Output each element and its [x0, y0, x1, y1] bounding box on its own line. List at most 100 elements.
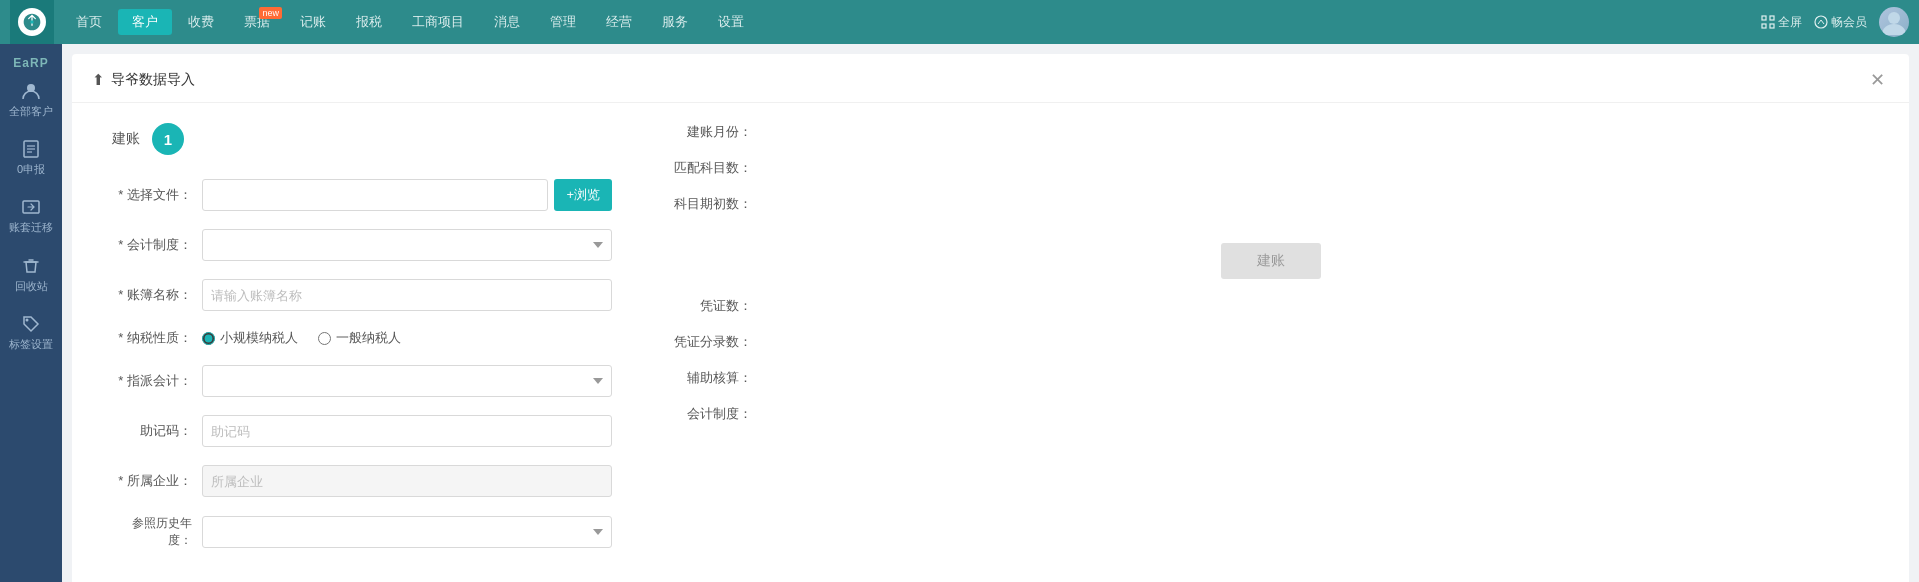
match-subjects-label: 匹配科目数：	[672, 159, 762, 177]
sidebar-item-tag-settings[interactable]: 标签设置	[0, 303, 62, 361]
nav-message[interactable]: 消息	[480, 9, 534, 35]
small-taxpayer-radio[interactable]	[202, 332, 215, 345]
recycle-icon	[20, 255, 42, 277]
match-subjects-row: 匹配科目数：	[672, 159, 1869, 177]
browse-button[interactable]: +浏览	[554, 179, 612, 211]
account-book-input[interactable]	[202, 279, 612, 311]
fullscreen-label: 全屏	[1778, 14, 1802, 31]
import-icon: ⬆	[92, 71, 105, 89]
select-file-label: * 选择文件：	[112, 186, 202, 204]
nav-tax[interactable]: 报税	[342, 9, 396, 35]
nav-service[interactable]: 服务	[648, 9, 702, 35]
file-input[interactable]	[202, 179, 548, 211]
sidebar-item-migration[interactable]: 账套迁移	[0, 186, 62, 244]
earp-logo-text: EaRP	[13, 56, 48, 70]
svg-point-6	[1888, 12, 1900, 24]
nav-commerce[interactable]: 工商项目	[398, 9, 478, 35]
svg-point-0	[30, 20, 33, 23]
general-taxpayer-radio[interactable]	[318, 332, 331, 345]
page-title: 导爷数据导入	[111, 71, 195, 89]
build-account-button[interactable]: 建账	[1221, 243, 1321, 279]
reference-year-row: 参照历史年度：	[112, 515, 612, 549]
close-button[interactable]: ✕	[1865, 68, 1889, 92]
memo-code-input[interactable]	[202, 415, 612, 447]
form-area: 建账 1 * 选择文件： +浏览 * 会计制度：	[72, 103, 1909, 582]
nav-bar: 首页 客户 收费 票据 new 记账 报税 工商项目 消息 管理 经营 服务 设…	[62, 9, 1761, 35]
nav-bookkeeping[interactable]: 记账	[286, 9, 340, 35]
accounting-system-row: * 会计制度：	[112, 229, 612, 261]
nav-invoice[interactable]: 票据 new	[230, 9, 284, 35]
subject-initial-label: 科目期初数：	[672, 195, 762, 213]
top-nav: 首页 客户 收费 票据 new 记账 报税 工商项目 消息 管理 经营 服务 设…	[0, 0, 1919, 44]
reference-year-select[interactable]	[202, 516, 612, 548]
small-taxpayer-option[interactable]: 小规模纳税人	[202, 329, 298, 347]
aux-calc-label: 辅助核算：	[672, 369, 762, 387]
voucher-count-row: 凭证数：	[672, 297, 1869, 315]
general-taxpayer-option[interactable]: 一般纳税人	[318, 329, 401, 347]
build-month-label: 建账月份：	[672, 123, 762, 141]
select-file-row: * 选择文件： +浏览	[112, 179, 612, 211]
svg-rect-4	[1770, 24, 1774, 28]
sidebar-item-recycle[interactable]: 回收站	[0, 245, 62, 303]
sidebar-label-declaration: 0申报	[17, 163, 45, 176]
reference-year-label: 参照历史年度：	[112, 515, 202, 549]
main-content: ⬆ 导爷数据导入 ✕ 建账 1 * 选择文件：	[62, 44, 1919, 582]
tax-type-row: * 纳税性质： 小规模纳税人 一般纳税人	[112, 329, 612, 347]
account-book-row: * 账簿名称：	[112, 279, 612, 311]
nav-customer[interactable]: 客户	[118, 9, 172, 35]
declaration-icon	[20, 138, 42, 160]
member-button[interactable]: 畅会员	[1814, 14, 1867, 31]
assign-accountant-row: * 指派会计：	[112, 365, 612, 397]
assign-accountant-label: * 指派会计：	[112, 372, 202, 390]
fullscreen-icon	[1761, 15, 1775, 29]
sidebar-label-tag-settings: 标签设置	[9, 338, 53, 351]
nav-badge: new	[259, 7, 282, 19]
nav-right-area: 全屏 畅会员	[1761, 7, 1909, 37]
close-icon: ✕	[1870, 69, 1885, 91]
file-input-area: +浏览	[202, 179, 612, 211]
svg-rect-2	[1770, 16, 1774, 20]
step-circle: 1	[152, 123, 184, 155]
logo-icon	[18, 8, 46, 36]
sidebar-label-migration: 账套迁移	[9, 221, 53, 234]
general-taxpayer-label: 一般纳税人	[336, 329, 401, 347]
nav-home[interactable]: 首页	[62, 9, 116, 35]
accounting-system-select[interactable]	[202, 229, 612, 261]
svg-point-13	[26, 318, 29, 321]
svg-point-5	[1815, 16, 1827, 28]
nav-settings[interactable]: 设置	[704, 9, 758, 35]
tax-type-label: * 纳税性质：	[112, 329, 202, 347]
sidebar-item-all-customers[interactable]: 全部客户	[0, 70, 62, 128]
left-sidebar: EaRP 全部客户 0申报	[0, 44, 62, 582]
build-month-row: 建账月份：	[672, 123, 1869, 141]
main-layout: EaRP 全部客户 0申报	[0, 44, 1919, 582]
belong-company-row: * 所属企业：	[112, 465, 612, 497]
memo-code-label: 助记码：	[112, 422, 202, 440]
belong-company-label: * 所属企业：	[112, 472, 202, 490]
assign-accountant-select[interactable]	[202, 365, 612, 397]
voucher-entries-row: 凭证分录数：	[672, 333, 1869, 351]
accounting-sys-row: 会计制度：	[672, 405, 1869, 423]
memo-code-row: 助记码：	[112, 415, 612, 447]
step-header: 建账 1	[112, 123, 612, 155]
nav-manage[interactable]: 管理	[536, 9, 590, 35]
all-customers-icon	[20, 80, 42, 102]
avatar-icon	[1879, 7, 1909, 37]
small-taxpayer-label: 小规模纳税人	[220, 329, 298, 347]
step-label: 建账	[112, 130, 140, 148]
page-title-area: ⬆ 导爷数据导入	[92, 71, 195, 89]
nav-operation[interactable]: 经营	[592, 9, 646, 35]
member-icon	[1814, 15, 1828, 29]
aux-calc-row: 辅助核算：	[672, 369, 1869, 387]
build-btn-area: 建账	[672, 233, 1869, 279]
fullscreen-button[interactable]: 全屏	[1761, 14, 1802, 31]
account-book-label: * 账簿名称：	[112, 286, 202, 304]
user-avatar[interactable]	[1879, 7, 1909, 37]
nav-fee[interactable]: 收费	[174, 9, 228, 35]
belong-company-input[interactable]	[202, 465, 612, 497]
page-header: ⬆ 导爷数据导入 ✕	[72, 54, 1909, 103]
accounting-sys-label: 会计制度：	[672, 405, 762, 423]
sidebar-label-all-customers: 全部客户	[9, 105, 53, 118]
sidebar-label-recycle: 回收站	[15, 280, 48, 293]
sidebar-item-declaration[interactable]: 0申报	[0, 128, 62, 186]
